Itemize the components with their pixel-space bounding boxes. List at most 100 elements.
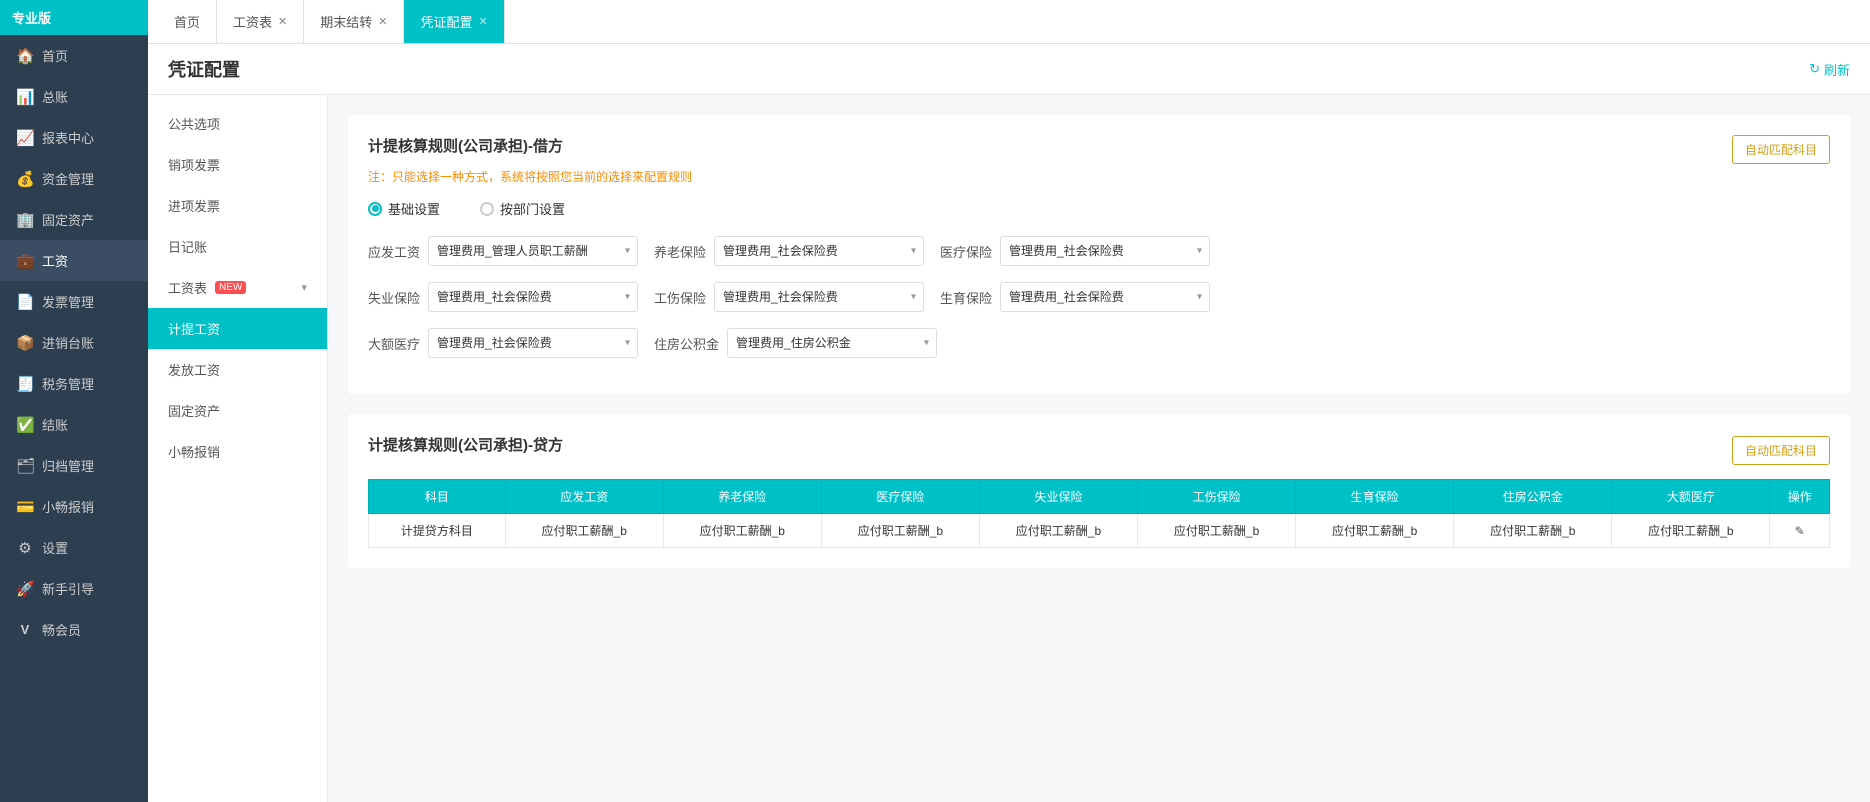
section1-title: 计提核算规则(公司承担)-借方 xyxy=(368,135,692,156)
guide-icon: 🚀 xyxy=(16,580,34,598)
form-item-work-injury: 工伤保险 管理费用_社会保险费 ▾ xyxy=(654,282,924,312)
report-icon: 📈 xyxy=(16,129,34,147)
sidebar-item-label: 归档管理 xyxy=(42,456,94,475)
select-work-injury[interactable]: 管理费用_社会保险费 xyxy=(714,282,924,312)
th-birth: 生育保险 xyxy=(1296,480,1454,514)
sidebar-item-label: 畅会员 xyxy=(42,620,81,639)
label-salary: 应发工资 xyxy=(368,242,420,261)
sidebar-item-report-center[interactable]: 📈 报表中心 xyxy=(0,117,148,158)
select-unemploy[interactable]: 管理费用_社会保险费 xyxy=(428,282,638,312)
left-menu: 公共选项 销项发票 进项发票 日记账 工资表 NEW ▾ 计提工资 发放工资 xyxy=(148,95,328,802)
td-operation[interactable]: ✎ xyxy=(1770,514,1830,548)
select-salary[interactable]: 管理费用_管理人员职工薪酬 xyxy=(428,236,638,266)
select-birth[interactable]: 管理费用_社会保险费 xyxy=(1000,282,1210,312)
th-subject: 科目 xyxy=(369,480,506,514)
refresh-button[interactable]: ↻ 刷新 xyxy=(1809,60,1850,79)
assets-icon: 🏢 xyxy=(16,211,34,229)
sidebar-item-label: 资金管理 xyxy=(42,169,94,188)
sidebar-item-label: 工资 xyxy=(42,251,68,270)
left-menu-fixed-assets[interactable]: 固定资产 xyxy=(148,390,327,431)
form-row-2: 失业保险 管理费用_社会保险费 ▾ 工伤保险 管理费用_社会保险费 xyxy=(368,282,1830,312)
expand-icon: ▾ xyxy=(301,281,307,294)
left-menu-salary-table[interactable]: 工资表 NEW ▾ xyxy=(148,267,327,308)
close-accounts-icon: ✅ xyxy=(16,416,34,434)
section2-title: 计提核算规则(公司承担)-贷方 xyxy=(368,434,563,455)
sidebar-item-label: 总账 xyxy=(42,87,68,106)
form-item-housing-fund: 住房公积金 管理费用_住房公积金 ▾ xyxy=(654,328,937,358)
select-wrapper-work-injury: 管理费用_社会保险费 ▾ xyxy=(714,282,924,312)
label-work-injury: 工伤保险 xyxy=(654,288,706,307)
new-badge: NEW xyxy=(215,281,246,294)
select-medical[interactable]: 管理费用_社会保险费 xyxy=(1000,236,1210,266)
radio-dept-settings[interactable]: 按部门设置 xyxy=(480,199,565,218)
sidebar-item-fund[interactable]: 💰 资金管理 xyxy=(0,158,148,199)
sidebar-item-guide[interactable]: 🚀 新手引导 xyxy=(0,568,148,609)
sidebar-item-invoice[interactable]: 📄 发票管理 xyxy=(0,281,148,322)
form-item-medical: 医疗保险 管理费用_社会保险费 ▾ xyxy=(940,236,1210,266)
select-wrapper-housing-fund: 管理费用_住房公积金 ▾ xyxy=(727,328,937,358)
sidebar-item-archive[interactable]: 🗂 归档管理 xyxy=(0,445,148,486)
tab-salary-table[interactable]: 工资表 ✕ xyxy=(217,0,304,43)
sidebar-item-label: 税务管理 xyxy=(42,374,94,393)
settings-icon: ⚙ xyxy=(16,539,34,557)
label-pension: 养老保险 xyxy=(654,242,706,261)
right-content: 计提核算规则(公司承担)-借方 注：只能选择一种方式，系统将按照您当前的选择来配… xyxy=(328,95,1870,802)
th-housing-fund: 住房公积金 xyxy=(1454,480,1612,514)
sidebar-item-home[interactable]: 🏠 首页 xyxy=(0,35,148,76)
select-wrapper-birth: 管理费用_社会保险费 ▾ xyxy=(1000,282,1210,312)
td-birth-val: 应付职工薪酬_b xyxy=(1296,514,1454,548)
left-menu-purchase-invoice[interactable]: 进项发票 xyxy=(148,185,327,226)
auto-match-credit-button[interactable]: 自动匹配科目 xyxy=(1732,436,1830,465)
form-item-birth: 生育保险 管理费用_社会保险费 ▾ xyxy=(940,282,1210,312)
sidebar-item-close[interactable]: ✅ 结账 xyxy=(0,404,148,445)
radio-basic-settings[interactable]: 基础设置 xyxy=(368,199,440,218)
td-salary-val: 应付职工薪酬_b xyxy=(505,514,663,548)
th-salary: 应发工资 xyxy=(505,480,663,514)
sidebar-item-xiaochu[interactable]: 💳 小畅报销 xyxy=(0,486,148,527)
auto-match-debit-button[interactable]: 自动匹配科目 xyxy=(1732,135,1830,164)
expense-icon: 💳 xyxy=(16,498,34,516)
sidebar-item-label: 报表中心 xyxy=(42,128,94,147)
sidebar-item-tax[interactable]: 🧾 税务管理 xyxy=(0,363,148,404)
left-menu-fafa-salary[interactable]: 发放工资 xyxy=(148,349,327,390)
ledger-icon: 📊 xyxy=(16,88,34,106)
sidebar-item-salary[interactable]: 💼 工资 xyxy=(0,240,148,281)
label-housing-fund: 住房公积金 xyxy=(654,334,719,353)
sidebar-item-label: 设置 xyxy=(42,538,68,557)
tab-period-transfer[interactable]: 期末结转 ✕ xyxy=(304,0,404,43)
sidebar-item-member[interactable]: V 畅会员 xyxy=(0,609,148,650)
left-menu-xiaochu[interactable]: 小畅报销 xyxy=(148,431,327,472)
select-large-medical[interactable]: 管理费用_社会保险费 xyxy=(428,328,638,358)
sidebar-item-label: 发票管理 xyxy=(42,292,94,311)
sidebar: 专业版 🏠 首页 📊 总账 📈 报表中心 💰 资金管理 🏢 固定资产 💼 工资 … xyxy=(0,0,148,802)
tab-voucher-config[interactable]: 凭证配置 ✕ xyxy=(404,0,504,43)
tax-icon: 🧾 xyxy=(16,375,34,393)
th-medical: 医疗保险 xyxy=(821,480,979,514)
sidebar-item-settings[interactable]: ⚙ 设置 xyxy=(0,527,148,568)
left-menu-sales-invoice[interactable]: 销项发票 xyxy=(148,144,327,185)
main-area: 首页 工资表 ✕ 期末结转 ✕ 凭证配置 ✕ 凭证配置 ↻ 刷新 公共选项 xyxy=(148,0,1870,802)
sidebar-item-fixed-assets[interactable]: 🏢 固定资产 xyxy=(0,199,148,240)
tab-close-voucher-config[interactable]: ✕ xyxy=(479,15,488,28)
app-title: 专业版 xyxy=(0,0,148,35)
td-unemploy-val: 应付职工薪酬_b xyxy=(979,514,1137,548)
tab-close-salary-table[interactable]: ✕ xyxy=(278,15,287,28)
sidebar-item-purchase-sales[interactable]: 📦 进销台账 xyxy=(0,322,148,363)
invoice-icon: 📄 xyxy=(16,293,34,311)
td-housing-val: 应付职工薪酬_b xyxy=(1454,514,1612,548)
left-menu-jiti-salary[interactable]: 计提工资 xyxy=(148,308,327,349)
tab-close-period-transfer[interactable]: ✕ xyxy=(378,15,387,28)
select-wrapper-medical: 管理费用_社会保险费 ▾ xyxy=(1000,236,1210,266)
select-pension[interactable]: 管理费用_社会保险费 xyxy=(714,236,924,266)
select-housing-fund[interactable]: 管理费用_住房公积金 xyxy=(727,328,937,358)
form-row-3: 大额医疗 管理费用_社会保险费 ▾ 住房公积金 管理费用_住房公积金 xyxy=(368,328,1830,358)
sidebar-item-label: 小畅报销 xyxy=(42,497,94,516)
td-work-injury-val: 应付职工薪酬_b xyxy=(1138,514,1296,548)
left-menu-diary[interactable]: 日记账 xyxy=(148,226,327,267)
sidebar-item-general-ledger[interactable]: 📊 总账 xyxy=(0,76,148,117)
member-icon: V xyxy=(16,622,34,637)
content-area: 公共选项 销项发票 进项发票 日记账 工资表 NEW ▾ 计提工资 发放工资 xyxy=(148,95,1870,802)
th-operation: 操作 xyxy=(1770,480,1830,514)
tab-home[interactable]: 首页 xyxy=(158,0,217,43)
left-menu-public-options[interactable]: 公共选项 xyxy=(148,103,327,144)
